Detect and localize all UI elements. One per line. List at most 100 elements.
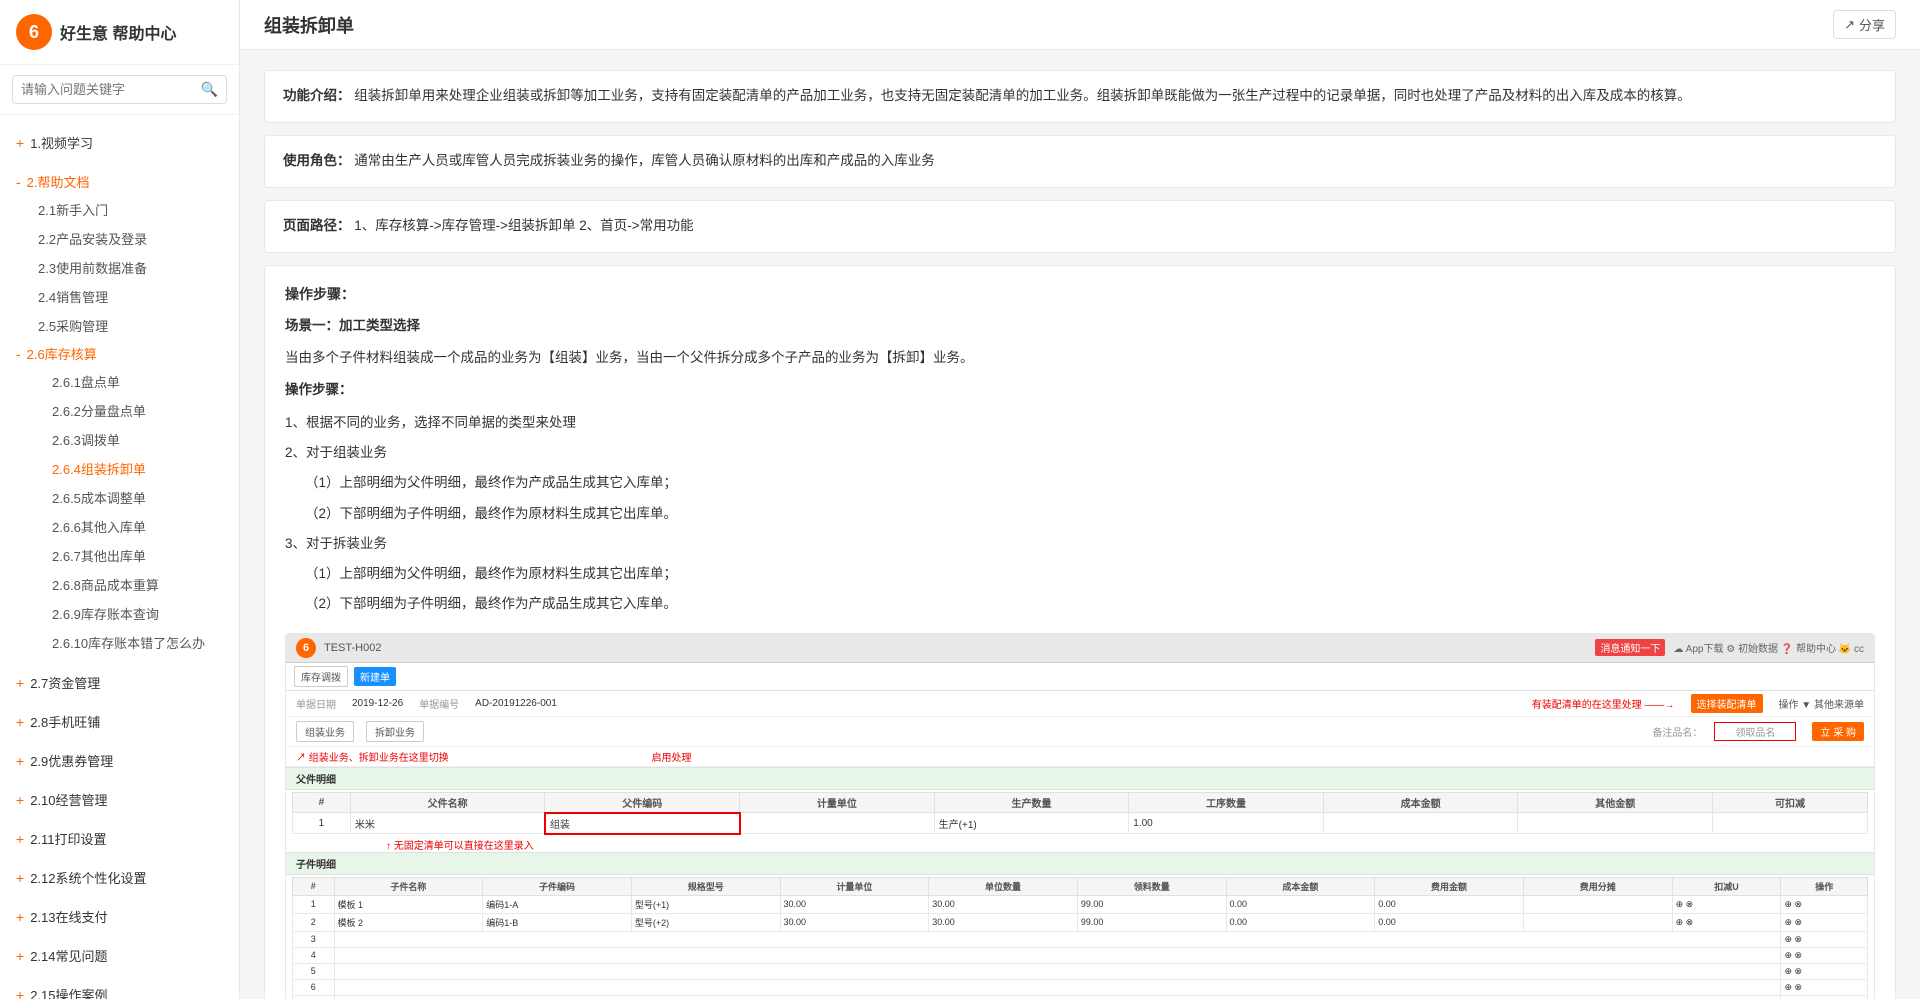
mock-child-r6-empty <box>334 979 1781 995</box>
step-1: 1、根据不同的业务，选择不同单据的类型来处理 <box>285 411 1875 435</box>
sidebar: 6 好生意 帮助中心 🔍 + 1.视频学习 - 2.帮助文档 2.1新手入门 2… <box>0 0 240 999</box>
expand-icon-2-10: + <box>16 793 24 807</box>
share-button[interactable]: ↗ 分享 <box>1833 10 1896 39</box>
sidebar-item-2-6-10[interactable]: 2.6.10库存账本错了怎么办 <box>16 628 223 657</box>
mock-logo: 6 <box>296 638 316 658</box>
expand-icon-2-11: + <box>16 832 24 846</box>
path-label: 页面路径： <box>283 218 351 233</box>
mock-tab-new: 新建单 <box>354 667 396 686</box>
mock-parent-row-1-cost <box>1323 813 1518 834</box>
mock-child-r1-name: 模板 1 <box>334 895 483 913</box>
expand-icon-2-15: + <box>16 988 24 999</box>
search-icon[interactable]: 🔍 <box>201 81 218 98</box>
expand-icon-2-9: + <box>16 754 24 768</box>
sidebar-item-2-13[interactable]: + 2.13在线支付 <box>0 897 239 936</box>
sidebar-item-2-5[interactable]: 2.5采购管理 <box>16 311 223 340</box>
nav-section-title-helpdoc[interactable]: - 2.帮助文档 <box>16 168 223 195</box>
mock-child-r4-no: 4 <box>293 947 335 963</box>
sidebar-item-2-8[interactable]: + 2.8手机旺铺 <box>0 702 239 741</box>
mock-child-r1-deduct: ⊕ ⊗ <box>1672 895 1781 913</box>
sidebar-item-2-11[interactable]: + 2.11打印设置 <box>0 819 239 858</box>
path-text: 1、库存核算->库存管理->组装拆卸单 2、首页->常用功能 <box>354 218 693 233</box>
sidebar-item-2-6-5[interactable]: 2.6.5成本调整单 <box>16 483 223 512</box>
mock-parent-row-1-no: 1 <box>293 813 351 834</box>
mock-child-table: # 子件名称 子件编码 规格型号 计量单位 单位数量 领料数量 成本金额 费用金… <box>292 877 1868 999</box>
path-block: 页面路径： 1、库存核算->库存管理->组装拆卸单 2、首页->常用功能 <box>264 200 1896 253</box>
sidebar-item-video[interactable]: + 1.视频学习 <box>0 123 239 162</box>
expand-icon-2-14: + <box>16 949 24 963</box>
nav-section-title-2-7[interactable]: + 2.7资金管理 <box>16 669 223 696</box>
sidebar-item-2-4[interactable]: 2.4销售管理 <box>16 282 223 311</box>
collapse-icon-helpdoc: - <box>16 175 21 189</box>
sidebar-item-helpdoc[interactable]: - 2.帮助文档 2.1新手入门 2.2产品安装及登录 2.3使用前数据准备 2… <box>0 162 239 663</box>
content-area: 功能介绍： 组装拆卸单用来处理企业组装或拆卸等加工业务，支持有固定装配清单的产品… <box>240 50 1920 999</box>
mock-th-prod-qty: 生产数量 <box>934 792 1129 813</box>
nav-section-title-video[interactable]: + 1.视频学习 <box>16 129 223 156</box>
sidebar-item-2-10[interactable]: + 2.10经营管理 <box>0 780 239 819</box>
sidebar-item-2-14[interactable]: + 2.14常见问题 <box>0 936 239 975</box>
mock-header-tools: ☁ App下载 ⚙ 初始数据 ❓ 帮助中心 🐱 cc <box>1673 640 1864 655</box>
mock-no-value: AD-20191226-001 <box>475 698 557 709</box>
mock-child-r6-op: ⊕ ⊗ <box>1781 979 1868 995</box>
topbar: 组装拆卸单 ↗ 分享 <box>240 0 1920 50</box>
page-title: 组装拆卸单 <box>264 12 354 38</box>
nav-section-title-2-9[interactable]: + 2.9优惠券管理 <box>16 747 223 774</box>
mock-child-r2-pickq: 99.00 <box>1077 913 1226 931</box>
mock-parent-row-1-deduct <box>1713 813 1868 834</box>
nav-section-title-2-14[interactable]: + 2.14常见问题 <box>16 942 223 969</box>
nav-tree: + 1.视频学习 - 2.帮助文档 2.1新手入门 2.2产品安装及登录 2.3… <box>0 115 239 999</box>
mock-child-r6-no: 6 <box>293 979 335 995</box>
sidebar-item-2-2[interactable]: 2.2产品安装及登录 <box>16 224 223 253</box>
search-input[interactable] <box>21 82 201 97</box>
mock-child-r5-empty <box>334 963 1781 979</box>
mock-has-bom-annotation: 有装配清单的在这里处理 ——→ <box>1532 696 1675 711</box>
mock-th-unit: 计量单位 <box>740 792 935 813</box>
mock-th-other: 其他金额 <box>1518 792 1713 813</box>
main-area: 组装拆卸单 ↗ 分享 功能介绍： 组装拆卸单用来处理企业组装或拆卸等加工业务，支… <box>240 0 1920 999</box>
mock-parent-table: # 父件名称 父件编码 计量单位 生产数量 工序数量 成本金额 其他金额 可扣减 <box>292 792 1868 835</box>
sidebar-item-2-6-2[interactable]: 2.6.2分量盘点单 <box>16 396 223 425</box>
mock-child-r2-spec: 型号(+2) <box>631 913 780 931</box>
expand-icon-2-7: + <box>16 676 24 690</box>
mock-parent-row-1-proc: 1.00 <box>1129 813 1324 834</box>
sidebar-item-2-6-8[interactable]: 2.6.8商品成本重算 <box>16 570 223 599</box>
ops-heading: 操作步骤： <box>285 284 1875 304</box>
intro-block: 功能介绍： 组装拆卸单用来处理企业组装或拆卸等加工业务，支持有固定装配清单的产品… <box>264 70 1896 123</box>
sidebar-item-2-6-6[interactable]: 2.6.6其他入库单 <box>16 512 223 541</box>
mock-child-th-fee: 费用金额 <box>1375 877 1524 895</box>
mock-child-th-no: # <box>293 877 335 895</box>
mock-date-value: 2019-12-26 <box>352 698 403 709</box>
mock-parent-row-1-name: 米米 <box>350 813 545 834</box>
sidebar-item-2-12[interactable]: + 2.12系统个性化设置 <box>0 858 239 897</box>
sidebar-item-2-6-4[interactable]: 2.6.4组装拆卸单 <box>16 454 223 483</box>
sidebar-item-2-7[interactable]: + 2.7资金管理 <box>0 663 239 702</box>
mock-no-label: 单据编号 <box>419 696 459 711</box>
sidebar-item-2-6-3[interactable]: 2.6.3调拨单 <box>16 425 223 454</box>
nav-section-title-2-8[interactable]: + 2.8手机旺铺 <box>16 708 223 735</box>
nav-section-title-2-11[interactable]: + 2.11打印设置 <box>16 825 223 852</box>
sidebar-item-2-6-1[interactable]: 2.6.1盘点单 <box>16 367 223 396</box>
sidebar-item-2-6-7[interactable]: 2.6.7其他出库单 <box>16 541 223 570</box>
mock-child-section-header: 子件明细 <box>286 852 1874 875</box>
mock-child-r3-empty <box>334 931 1781 947</box>
mock-child-r5-op: ⊕ ⊗ <box>1781 963 1868 979</box>
mock-child-r2-op: ⊕ ⊗ <box>1781 913 1868 931</box>
sidebar-item-2-3[interactable]: 2.3使用前数据准备 <box>16 253 223 282</box>
mock-child-r7-no: 7 <box>293 995 335 999</box>
mock-type-annotation-row: ↗ 组装业务、拆卸业务在这里切换 启用处理 <box>286 747 1874 767</box>
nav-section-title-2-13[interactable]: + 2.13在线支付 <box>16 903 223 930</box>
mock-child-th-alloc: 费用分摊 <box>1523 877 1672 895</box>
sidebar-item-2-1[interactable]: 2.1新手入门 <box>16 195 223 224</box>
sidebar-item-2-15[interactable]: + 2.15操作案例 <box>0 975 239 999</box>
mock-child-row-1: 1 模板 1 编码1-A 型号(+1) 30.00 30.00 99.00 0.… <box>293 895 1868 913</box>
nav-section-title-2-10[interactable]: + 2.10经营管理 <box>16 786 223 813</box>
nav-section-title-2-6[interactable]: - 2.6库存核算 <box>16 340 223 367</box>
mock-child-r2-unitq: 30.00 <box>929 913 1078 931</box>
sidebar-item-2-9[interactable]: + 2.9优惠券管理 <box>0 741 239 780</box>
mock-child-r1-spec: 型号(+1) <box>631 895 780 913</box>
nav-section-title-2-15[interactable]: + 2.15操作案例 <box>16 981 223 999</box>
sidebar-item-2-6-9[interactable]: 2.6.9库存账本查询 <box>16 599 223 628</box>
nav-section-title-2-12[interactable]: + 2.12系统个性化设置 <box>16 864 223 891</box>
mock-disassemble-tab: 拆卸业务 <box>366 721 424 742</box>
mock-child-r3-no: 3 <box>293 931 335 947</box>
